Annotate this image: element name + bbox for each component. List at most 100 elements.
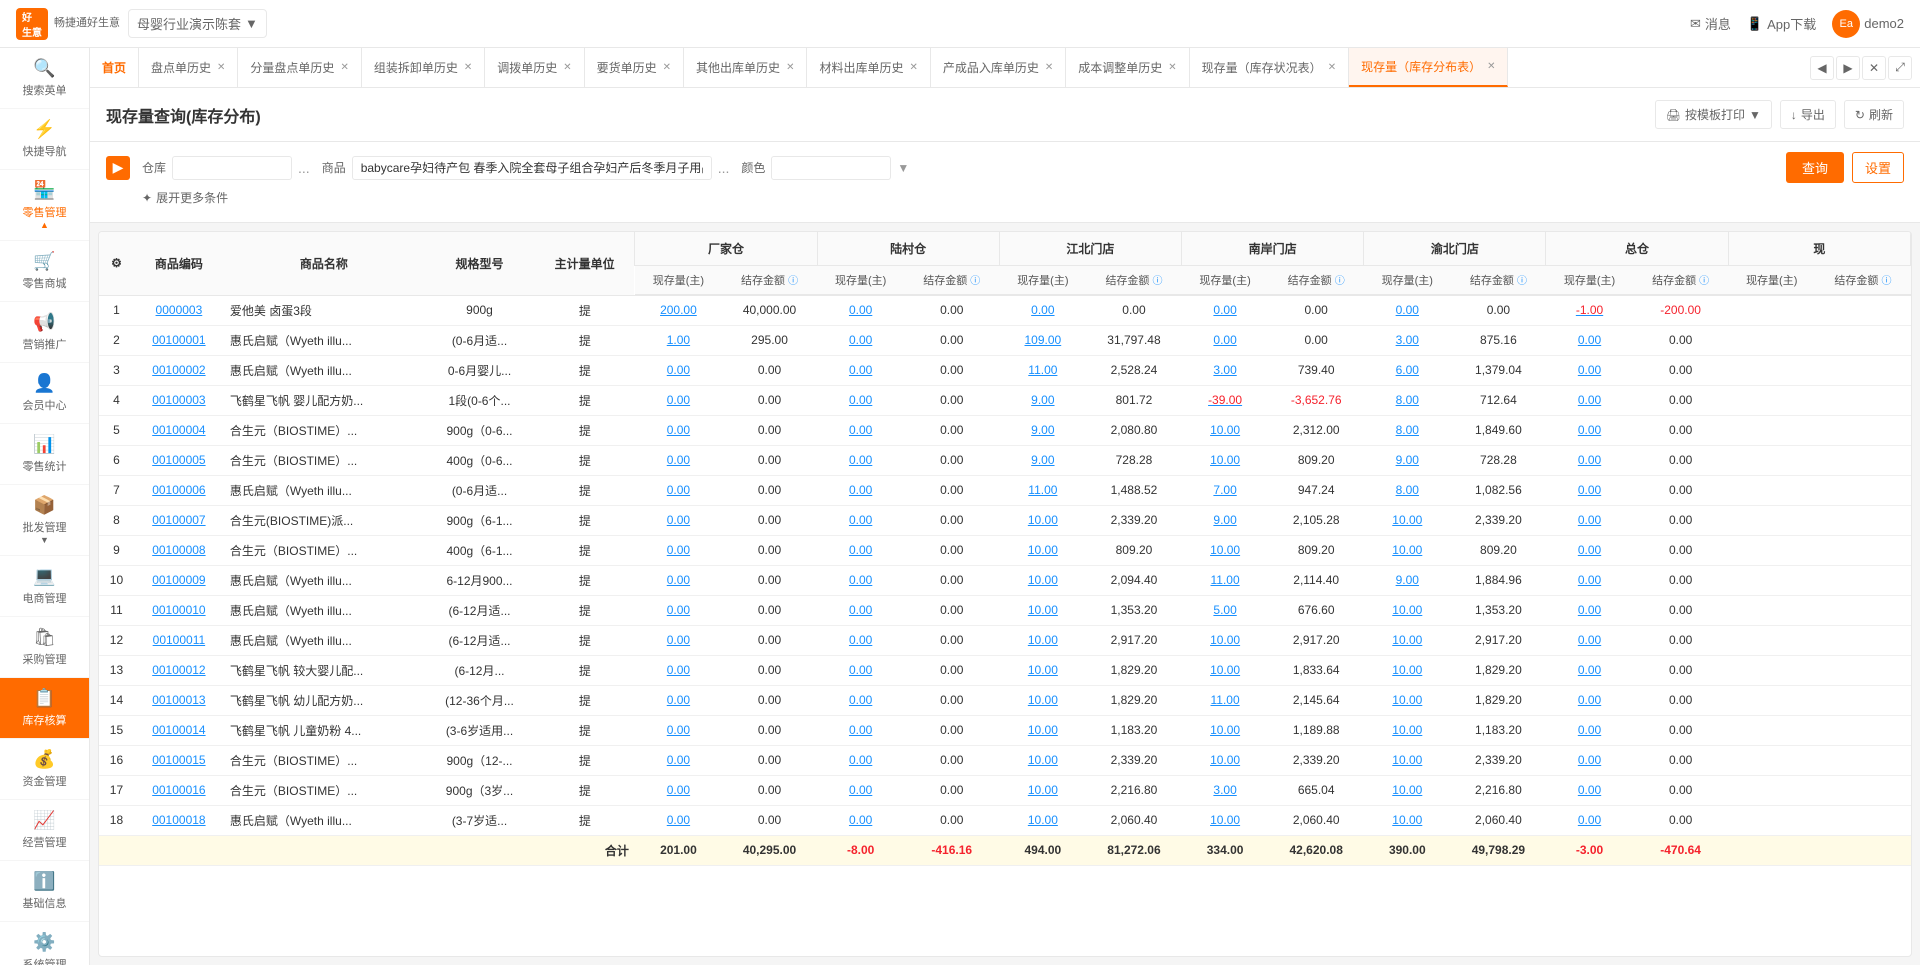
close-tab-stock-dist[interactable]: ✕ xyxy=(1487,62,1495,72)
cell-code[interactable]: 00100004 xyxy=(134,415,224,445)
cell-yubei-stock[interactable]: 10.00 xyxy=(1364,745,1451,775)
sidebar-item-ecom[interactable]: 💻 电商管理 xyxy=(0,556,89,617)
cell-cmc-stock[interactable]: 0.00 xyxy=(817,325,904,355)
cell-code[interactable]: 00100002 xyxy=(134,355,224,385)
cell-factory-stock[interactable]: 0.00 xyxy=(635,535,722,565)
tab-inventory-check[interactable]: 盘点单历史 ✕ xyxy=(139,48,238,87)
cell-nanan-stock[interactable]: 11.00 xyxy=(1182,565,1269,595)
cell-cmc-stock[interactable]: 0.00 xyxy=(817,625,904,655)
tab-other-out[interactable]: 其他出库单历史 ✕ xyxy=(684,48,807,87)
cell-cmc-stock[interactable]: 0.00 xyxy=(817,295,904,325)
cell-total-stock[interactable]: 0.00 xyxy=(1546,685,1633,715)
cell-code[interactable]: 00100012 xyxy=(134,655,224,685)
sidebar-item-inventory[interactable]: 📋 库存核算 xyxy=(0,678,89,739)
cell-code[interactable]: 00100010 xyxy=(134,595,224,625)
cell-jiangbei-stock[interactable]: 0.00 xyxy=(999,295,1086,325)
cell-total-stock[interactable]: 0.00 xyxy=(1546,775,1633,805)
close-tab-inventory-check[interactable]: ✕ xyxy=(217,63,225,73)
col-settings[interactable]: ⚙ xyxy=(99,232,134,295)
cell-factory-stock[interactable]: 0.00 xyxy=(635,745,722,775)
close-tab-other-out[interactable]: ✕ xyxy=(786,63,794,73)
tab-stock-dist[interactable]: 现存量（库存分布表） ✕ xyxy=(1349,48,1508,87)
cell-jiangbei-stock[interactable]: 10.00 xyxy=(999,805,1086,835)
cell-total-stock[interactable]: 0.00 xyxy=(1546,355,1633,385)
cell-yubei-stock[interactable]: 10.00 xyxy=(1364,715,1451,745)
company-selector[interactable]: 母婴行业演示陈套 ▼ xyxy=(128,9,267,38)
filter-expand-btn[interactable]: ▶ xyxy=(106,156,130,180)
cell-nanan-stock[interactable]: 10.00 xyxy=(1182,655,1269,685)
cell-total-stock[interactable]: 0.00 xyxy=(1546,535,1633,565)
cell-cmc-stock[interactable]: 0.00 xyxy=(817,535,904,565)
cell-yubei-stock[interactable]: 3.00 xyxy=(1364,325,1451,355)
tab-branch-inventory[interactable]: 分量盘点单历史 ✕ xyxy=(238,48,361,87)
sidebar-item-basic[interactable]: ℹ️ 基础信息 xyxy=(0,861,89,922)
cell-jiangbei-stock[interactable]: 10.00 xyxy=(999,655,1086,685)
cell-total-stock[interactable]: -1.00 xyxy=(1546,295,1633,325)
cell-nanan-stock[interactable]: 3.00 xyxy=(1182,355,1269,385)
cell-total-stock[interactable]: 0.00 xyxy=(1546,445,1633,475)
cell-cmc-stock[interactable]: 0.00 xyxy=(817,775,904,805)
cell-code[interactable]: 00100006 xyxy=(134,475,224,505)
close-tab-material-out[interactable]: ✕ xyxy=(909,63,917,73)
cell-total-stock[interactable]: 0.00 xyxy=(1546,325,1633,355)
sidebar-item-ops[interactable]: 📈 经营管理 xyxy=(0,800,89,861)
cell-yubei-stock[interactable]: 10.00 xyxy=(1364,595,1451,625)
cell-yubei-stock[interactable]: 10.00 xyxy=(1364,655,1451,685)
cell-cmc-stock[interactable]: 0.00 xyxy=(817,415,904,445)
cell-yubei-stock[interactable]: 6.00 xyxy=(1364,355,1451,385)
cell-jiangbei-stock[interactable]: 9.00 xyxy=(999,385,1086,415)
cell-total-stock[interactable]: 0.00 xyxy=(1546,415,1633,445)
sidebar-item-quick-nav[interactable]: ⚡ 快捷导航 xyxy=(0,109,89,170)
cell-yubei-stock[interactable]: 9.00 xyxy=(1364,565,1451,595)
cell-cmc-stock[interactable]: 0.00 xyxy=(817,565,904,595)
cell-jiangbei-stock[interactable]: 10.00 xyxy=(999,595,1086,625)
export-btn[interactable]: ↓ 导出 xyxy=(1780,100,1836,129)
cell-nanan-stock[interactable]: 10.00 xyxy=(1182,415,1269,445)
tab-transfer[interactable]: 调拨单历史 ✕ xyxy=(485,48,584,87)
tab-prev-btn[interactable]: ◀ xyxy=(1810,56,1834,80)
cell-jiangbei-stock[interactable]: 11.00 xyxy=(999,475,1086,505)
app-download-btn[interactable]: 📱 App下载 xyxy=(1747,14,1816,33)
sidebar-item-wholesale[interactable]: 📦 批发管理 ▼ xyxy=(0,485,89,556)
refresh-btn[interactable]: ↻ 刷新 xyxy=(1844,100,1904,129)
cell-factory-stock[interactable]: 0.00 xyxy=(635,565,722,595)
cell-jiangbei-stock[interactable]: 10.00 xyxy=(999,565,1086,595)
cell-nanan-stock[interactable]: -39.00 xyxy=(1182,385,1269,415)
query-btn[interactable]: 查询 xyxy=(1786,152,1844,183)
cmc-info-icon[interactable]: ⓘ xyxy=(970,276,980,287)
cell-yubei-stock[interactable]: 10.00 xyxy=(1364,775,1451,805)
cell-cmc-stock[interactable]: 0.00 xyxy=(817,715,904,745)
tab-material-out[interactable]: 材料出库单历史 ✕ xyxy=(807,48,930,87)
cell-jiangbei-stock[interactable]: 10.00 xyxy=(999,535,1086,565)
cell-code[interactable]: 00100013 xyxy=(134,685,224,715)
cell-jiangbei-stock[interactable]: 9.00 xyxy=(999,415,1086,445)
sidebar-item-purchase[interactable]: 🛍 采购管理 xyxy=(0,617,89,678)
tab-cost-adjust[interactable]: 成本调整单历史 ✕ xyxy=(1066,48,1189,87)
cell-jiangbei-stock[interactable]: 10.00 xyxy=(999,775,1086,805)
cell-nanan-stock[interactable]: 10.00 xyxy=(1182,715,1269,745)
cell-code[interactable]: 00100001 xyxy=(134,325,224,355)
cell-factory-stock[interactable]: 0.00 xyxy=(635,655,722,685)
tab-home[interactable]: 首页 xyxy=(90,48,139,87)
sidebar-item-marketing[interactable]: 📢 营销推广 xyxy=(0,302,89,363)
cell-nanan-stock[interactable]: 10.00 xyxy=(1182,805,1269,835)
cell-yubei-stock[interactable]: 10.00 xyxy=(1364,625,1451,655)
cell-total-stock[interactable]: 0.00 xyxy=(1546,475,1633,505)
cell-code[interactable]: 00100015 xyxy=(134,745,224,775)
tab-requisition[interactable]: 要货单历史 ✕ xyxy=(585,48,684,87)
cell-cmc-stock[interactable]: 0.00 xyxy=(817,505,904,535)
warehouse-input[interactable] xyxy=(172,156,292,180)
cell-code[interactable]: 0000003 xyxy=(134,295,224,325)
cell-cmc-stock[interactable]: 0.00 xyxy=(817,355,904,385)
cell-factory-stock[interactable]: 1.00 xyxy=(635,325,722,355)
cell-total-stock[interactable]: 0.00 xyxy=(1546,805,1633,835)
cur-info-icon[interactable]: ⓘ xyxy=(1881,276,1891,287)
cell-jiangbei-stock[interactable]: 11.00 xyxy=(999,355,1086,385)
cell-factory-stock[interactable]: 0.00 xyxy=(635,415,722,445)
cell-code[interactable]: 00100003 xyxy=(134,385,224,415)
cell-nanan-stock[interactable]: 0.00 xyxy=(1182,295,1269,325)
cell-jiangbei-stock[interactable]: 10.00 xyxy=(999,625,1086,655)
sidebar-item-retail-stats[interactable]: 📊 零售统计 xyxy=(0,424,89,485)
cell-yubei-stock[interactable]: 10.00 xyxy=(1364,505,1451,535)
tab-product-in[interactable]: 产成品入库单历史 ✕ xyxy=(931,48,1066,87)
